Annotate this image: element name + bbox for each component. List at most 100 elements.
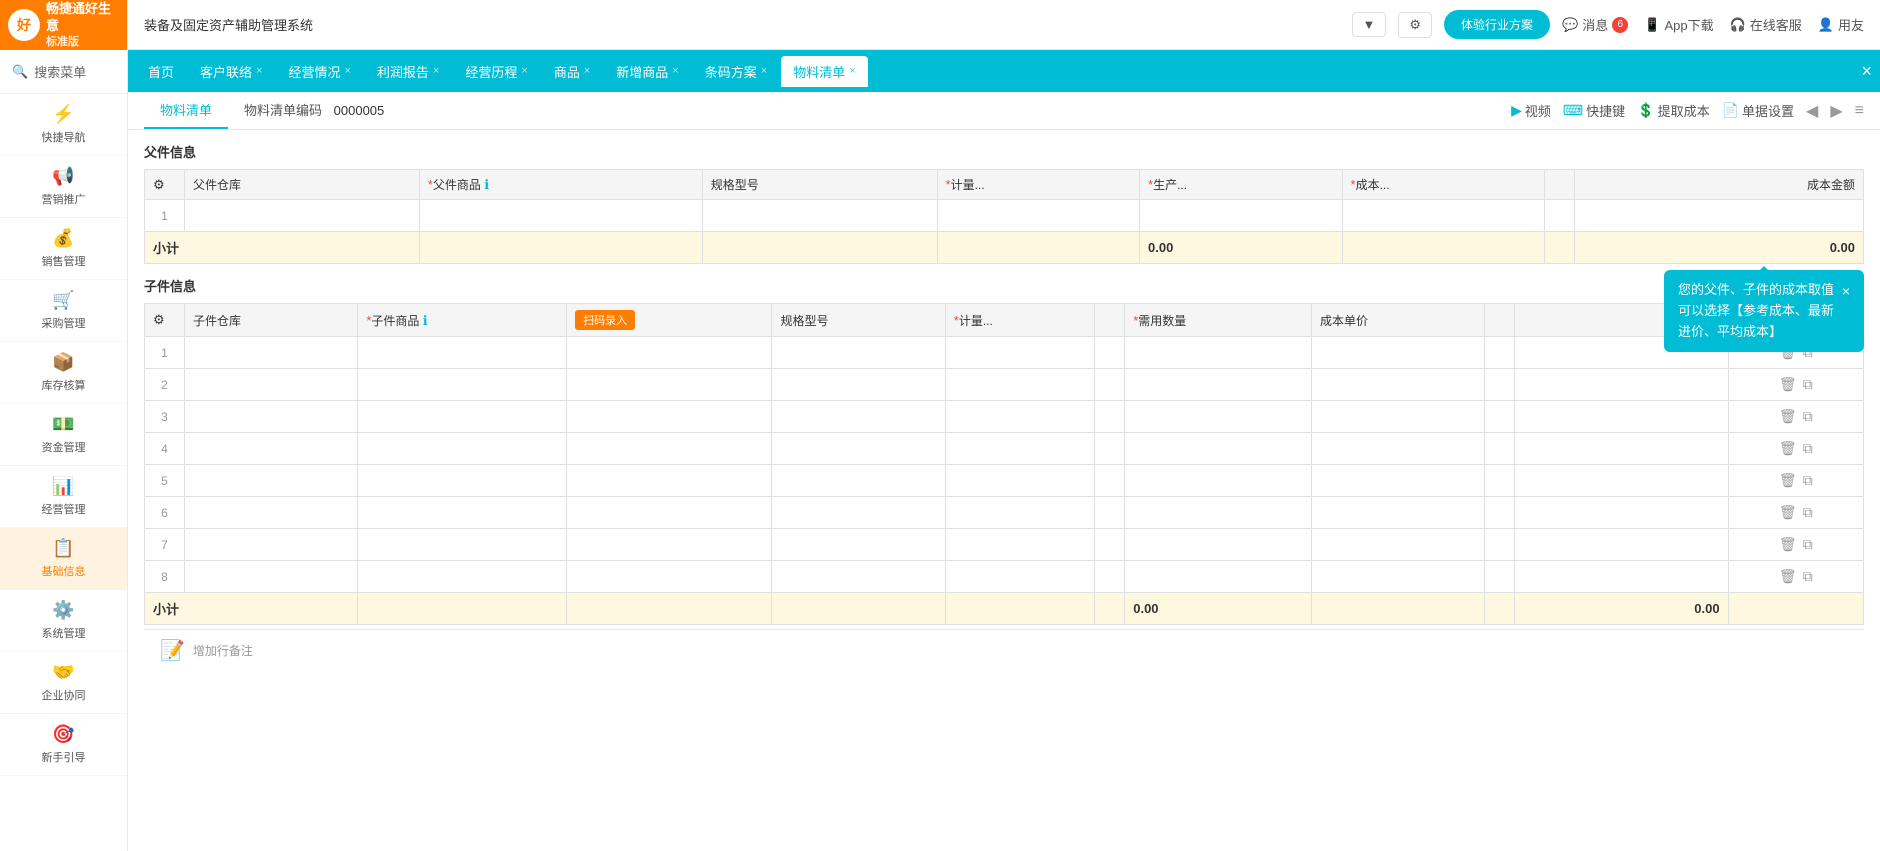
child-unit-cost-2[interactable] [1312,369,1485,401]
child-product-3[interactable] [358,401,567,433]
parent-settings-header[interactable]: ⚙ [145,170,185,200]
child-unit-cost-4[interactable] [1312,433,1485,465]
tab-close-profit[interactable]: × [433,65,439,77]
parent-product-1[interactable] [419,200,702,232]
sidebar-item-guide[interactable]: 🎯 新手引导 [0,714,127,776]
child-product-1[interactable] [358,337,567,369]
child-product-6[interactable] [358,497,567,529]
tooltip-close-button[interactable]: × [1842,280,1850,302]
child-unit-cost-7[interactable] [1312,529,1485,561]
child-product-5[interactable] [358,465,567,497]
close-all-tabs[interactable]: × [1861,61,1872,82]
child-qty-3[interactable] [1125,401,1312,433]
child-spec-6[interactable] [772,497,945,529]
child-spec-2[interactable] [772,369,945,401]
subtab-bom-code[interactable]: 物料清单编码 0000005 [228,92,400,129]
child-unit-8[interactable] [945,561,1094,593]
child-product-7[interactable] [358,529,567,561]
online-service-action[interactable]: 🎧 在线客服 [1730,15,1802,34]
child-warehouse-8[interactable] [185,561,358,593]
tab-bom[interactable]: 物料清单 × [781,56,867,87]
child-spec-7[interactable] [772,529,945,561]
search-menu-button[interactable]: 🔍 搜索菜单 [8,58,119,85]
prev-page-action[interactable]: ◀ [1806,101,1818,121]
child-spec-8[interactable] [772,561,945,593]
copy-row-8-button[interactable]: ⧉ [1803,568,1813,585]
child-warehouse-1[interactable] [185,337,358,369]
copy-row-2-button[interactable]: ⧉ [1803,376,1813,393]
tab-close-barcode[interactable]: × [761,65,767,77]
sidebar-item-cooperation[interactable]: 🤝 企业协同 [0,652,127,714]
child-unit-4[interactable] [945,433,1094,465]
child-spec-1[interactable] [772,337,945,369]
child-spec-4[interactable] [772,433,945,465]
child-qty-2[interactable] [1125,369,1312,401]
parent-unit-1[interactable] [937,200,1140,232]
add-row-icon[interactable]: 📝 [160,638,185,663]
child-qty-8[interactable] [1125,561,1312,593]
single-setting-action[interactable]: 📄 单据设置 [1722,101,1794,120]
child-spec-5[interactable] [772,465,945,497]
scan-input-button[interactable]: 扫码录入 [575,310,635,330]
child-warehouse-7[interactable] [185,529,358,561]
child-unit-cost-1[interactable] [1312,337,1485,369]
tab-close-new-product[interactable]: × [672,65,678,77]
child-warehouse-6[interactable] [185,497,358,529]
settings-button[interactable]: ⚙ [1398,12,1432,38]
child-unit-6[interactable] [945,497,1094,529]
delete-row-3-button[interactable]: 🗑 [1779,408,1797,425]
delete-row-2-button[interactable]: 🗑 [1779,376,1797,393]
copy-row-6-button[interactable]: ⧉ [1803,504,1813,521]
delete-row-4-button[interactable]: 🗑 [1779,440,1797,457]
copy-row-4-button[interactable]: ⧉ [1803,440,1813,457]
child-product-8[interactable] [358,561,567,593]
tab-profit[interactable]: 利润报告 × [365,56,451,87]
expand-action[interactable]: ≡ [1855,102,1864,120]
parent-warehouse-1[interactable] [185,200,420,232]
tab-close-product[interactable]: × [584,65,590,77]
delete-row-6-button[interactable]: 🗑 [1779,504,1797,521]
child-spec-3[interactable] [772,401,945,433]
dropdown-button[interactable]: ▼ [1352,12,1387,37]
parent-cost-1[interactable] [1342,200,1545,232]
child-warehouse-5[interactable] [185,465,358,497]
child-unit-5[interactable] [945,465,1094,497]
child-unit-cost-8[interactable] [1312,561,1485,593]
child-product-2[interactable] [358,369,567,401]
delete-row-7-button[interactable]: 🗑 [1779,536,1797,553]
message-action[interactable]: 💬 消息 6 [1562,15,1628,34]
sidebar-item-purchase[interactable]: 🛒 采购管理 [0,280,127,342]
sidebar-item-basic-info[interactable]: 📋 基础信息 [0,528,127,590]
sidebar-item-quick-nav[interactable]: ⚡ 快捷导航 [0,94,127,156]
child-unit-3[interactable] [945,401,1094,433]
sidebar-item-sales[interactable]: 💰 销售管理 [0,218,127,280]
trial-button[interactable]: 体验行业方案 [1444,10,1550,39]
child-warehouse-3[interactable] [185,401,358,433]
delete-row-8-button[interactable]: 🗑 [1779,568,1797,585]
parent-spec-1[interactable] [702,200,937,232]
child-unit-7[interactable] [945,529,1094,561]
child-qty-1[interactable] [1125,337,1312,369]
tab-close-bom[interactable]: × [849,65,855,77]
next-page-action[interactable]: ▶ [1830,101,1842,121]
child-qty-5[interactable] [1125,465,1312,497]
child-warehouse-2[interactable] [185,369,358,401]
child-unit-cost-6[interactable] [1312,497,1485,529]
tab-new-product[interactable]: 新增商品 × [604,56,690,87]
child-product-4[interactable] [358,433,567,465]
tab-operation[interactable]: 经营情况 × [276,56,362,87]
child-qty-4[interactable] [1125,433,1312,465]
sidebar-item-finance[interactable]: 💵 资金管理 [0,404,127,466]
delete-row-5-button[interactable]: 🗑 [1779,472,1797,489]
child-qty-7[interactable] [1125,529,1312,561]
sidebar-item-operations[interactable]: 📊 经营管理 [0,466,127,528]
tab-close-history[interactable]: × [521,65,527,77]
tab-close-customer[interactable]: × [256,65,262,77]
child-unit-cost-3[interactable] [1312,401,1485,433]
tab-barcode[interactable]: 条码方案 × [693,56,779,87]
sidebar-item-system[interactable]: ⚙️ 系统管理 [0,590,127,652]
tab-home[interactable]: 首页 [136,56,186,87]
sidebar-item-marketing[interactable]: 📢 营销推广 [0,156,127,218]
sidebar-item-inventory[interactable]: 📦 库存核算 [0,342,127,404]
shortcut-action[interactable]: ⌨ 快捷键 [1563,101,1625,120]
